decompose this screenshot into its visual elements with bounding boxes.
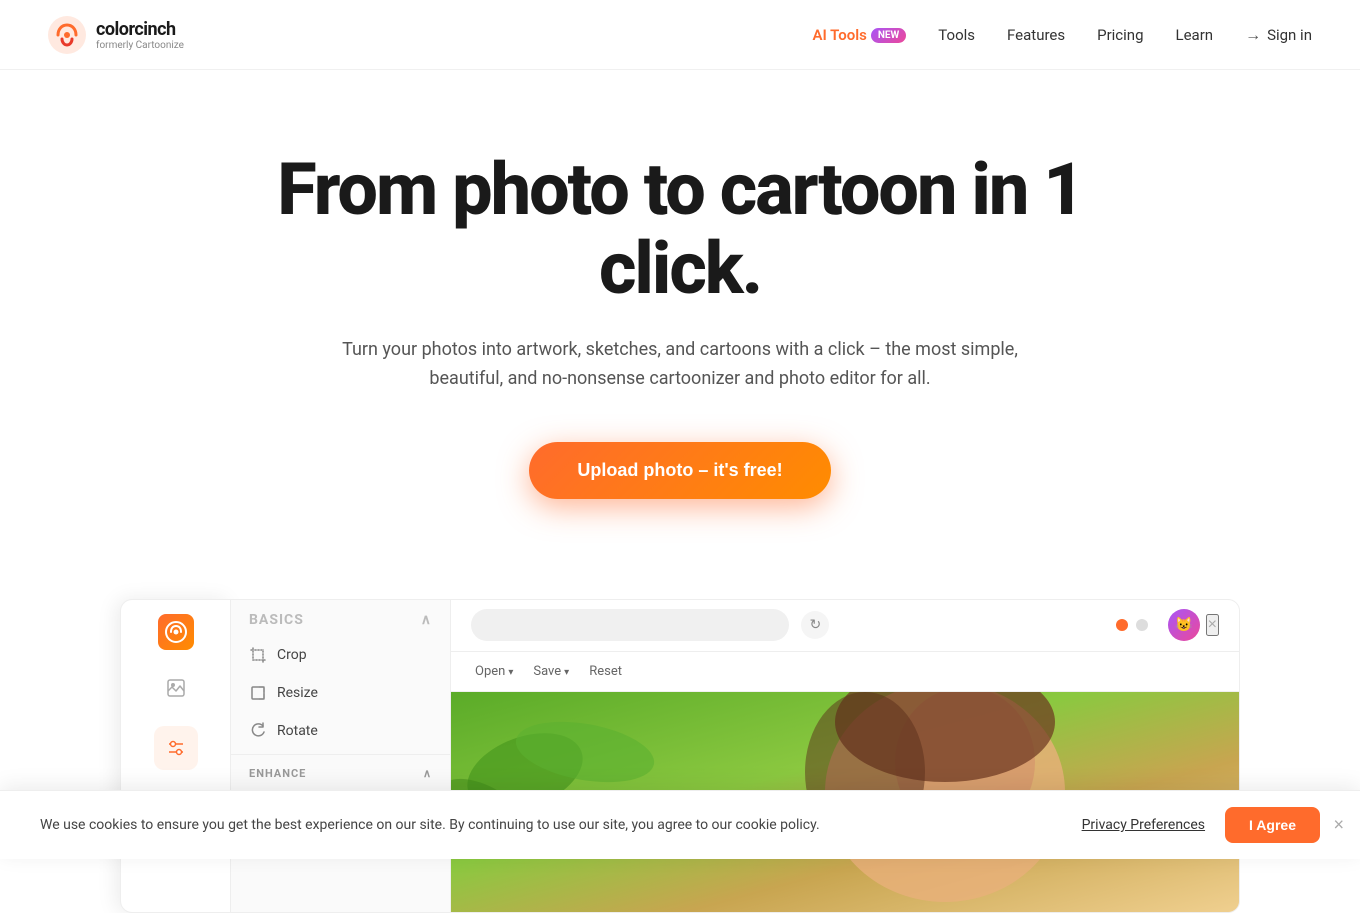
tool-rotate[interactable]: Rotate bbox=[231, 712, 450, 750]
sidebar-logo[interactable] bbox=[158, 614, 194, 650]
hero-subtitle: Turn your photos into artwork, sketches,… bbox=[340, 336, 1020, 394]
rotate-icon bbox=[249, 722, 267, 740]
new-badge: NEW bbox=[871, 28, 906, 43]
editor-nav: Open▾ Save▾ Reset bbox=[451, 652, 1239, 692]
toolbar-reload-button[interactable]: ↻ bbox=[801, 611, 829, 639]
sidebar-image-icon[interactable] bbox=[154, 666, 198, 710]
upload-cta-button[interactable]: Upload photo – it's free! bbox=[529, 442, 830, 499]
logo[interactable]: colorcinch formerly Cartoonize bbox=[48, 16, 184, 54]
enhance-header: ENHANCE ∧ bbox=[231, 754, 450, 788]
cookie-close-button[interactable]: × bbox=[1333, 815, 1344, 836]
hero-section: From photo to cartoon in 1 click. Turn y… bbox=[0, 70, 1360, 539]
editor-main: ↻ 😺 × Open▾ Save▾ Reset bbox=[450, 599, 1240, 913]
nav-links: AI ToolsNEW Tools Features Pricing Learn… bbox=[813, 25, 1313, 45]
cookie-actions: Privacy Preferences I Agree bbox=[1082, 807, 1320, 843]
editor-reset[interactable]: Reset bbox=[589, 660, 622, 683]
resize-icon bbox=[249, 684, 267, 702]
enhance-label: ENHANCE bbox=[249, 767, 306, 780]
nav-learn[interactable]: Learn bbox=[1176, 26, 1214, 44]
resize-label: Resize bbox=[277, 685, 318, 701]
nav-features[interactable]: Features bbox=[1007, 26, 1065, 44]
sidebar bbox=[120, 599, 230, 913]
cookie-message: We use cookies to ensure you get the bes… bbox=[40, 817, 1082, 833]
tool-resize[interactable]: Resize bbox=[231, 674, 450, 712]
toolbar-avatar: 😺 bbox=[1168, 609, 1200, 641]
nav-ai-tools[interactable]: AI ToolsNEW bbox=[813, 26, 907, 44]
sidebar-logo-icon bbox=[165, 621, 187, 643]
basics-collapse-icon[interactable]: ∧ bbox=[421, 612, 432, 628]
editor-open[interactable]: Open▾ bbox=[475, 660, 513, 683]
sidebar-adjust-icon[interactable] bbox=[154, 726, 198, 770]
toolbar-dot-1 bbox=[1116, 619, 1128, 631]
basics-label: BASICS bbox=[249, 612, 304, 628]
signin-icon: → bbox=[1245, 25, 1261, 45]
editor-toolbar: ↻ 😺 × bbox=[451, 600, 1239, 652]
tool-crop[interactable]: Crop bbox=[231, 636, 450, 674]
enhance-collapse-icon[interactable]: ∧ bbox=[423, 767, 432, 780]
cookie-banner: We use cookies to ensure you get the bes… bbox=[0, 790, 1360, 859]
crop-label: Crop bbox=[277, 647, 307, 663]
tools-panel: BASICS ∧ Crop Resize Rotate bbox=[230, 599, 450, 913]
hero-title: From photo to cartoon in 1 click. bbox=[230, 150, 1130, 308]
cookie-prefs-link[interactable]: Privacy Preferences bbox=[1082, 817, 1205, 833]
app-mockup: BASICS ∧ Crop Resize Rotate bbox=[80, 599, 1280, 913]
toolbar-dots bbox=[1116, 619, 1148, 631]
cookie-agree-button[interactable]: I Agree bbox=[1225, 807, 1320, 843]
nav-pricing[interactable]: Pricing bbox=[1097, 26, 1143, 44]
toolbar-search-input[interactable] bbox=[471, 609, 789, 641]
editor-save[interactable]: Save▾ bbox=[533, 660, 569, 683]
crop-icon bbox=[249, 646, 267, 664]
signin-button[interactable]: → Sign in bbox=[1245, 25, 1312, 45]
logo-icon bbox=[48, 16, 86, 54]
basics-header: BASICS ∧ bbox=[231, 600, 450, 636]
toolbar-close-button[interactable]: × bbox=[1206, 614, 1219, 636]
nav-tools[interactable]: Tools bbox=[938, 26, 975, 44]
rotate-label: Rotate bbox=[277, 723, 318, 739]
brand-formerly: formerly Cartoonize bbox=[96, 40, 184, 51]
toolbar-dot-2 bbox=[1136, 619, 1148, 631]
brand-name: colorcinch bbox=[96, 19, 184, 40]
navbar: colorcinch formerly Cartoonize AI ToolsN… bbox=[0, 0, 1360, 70]
